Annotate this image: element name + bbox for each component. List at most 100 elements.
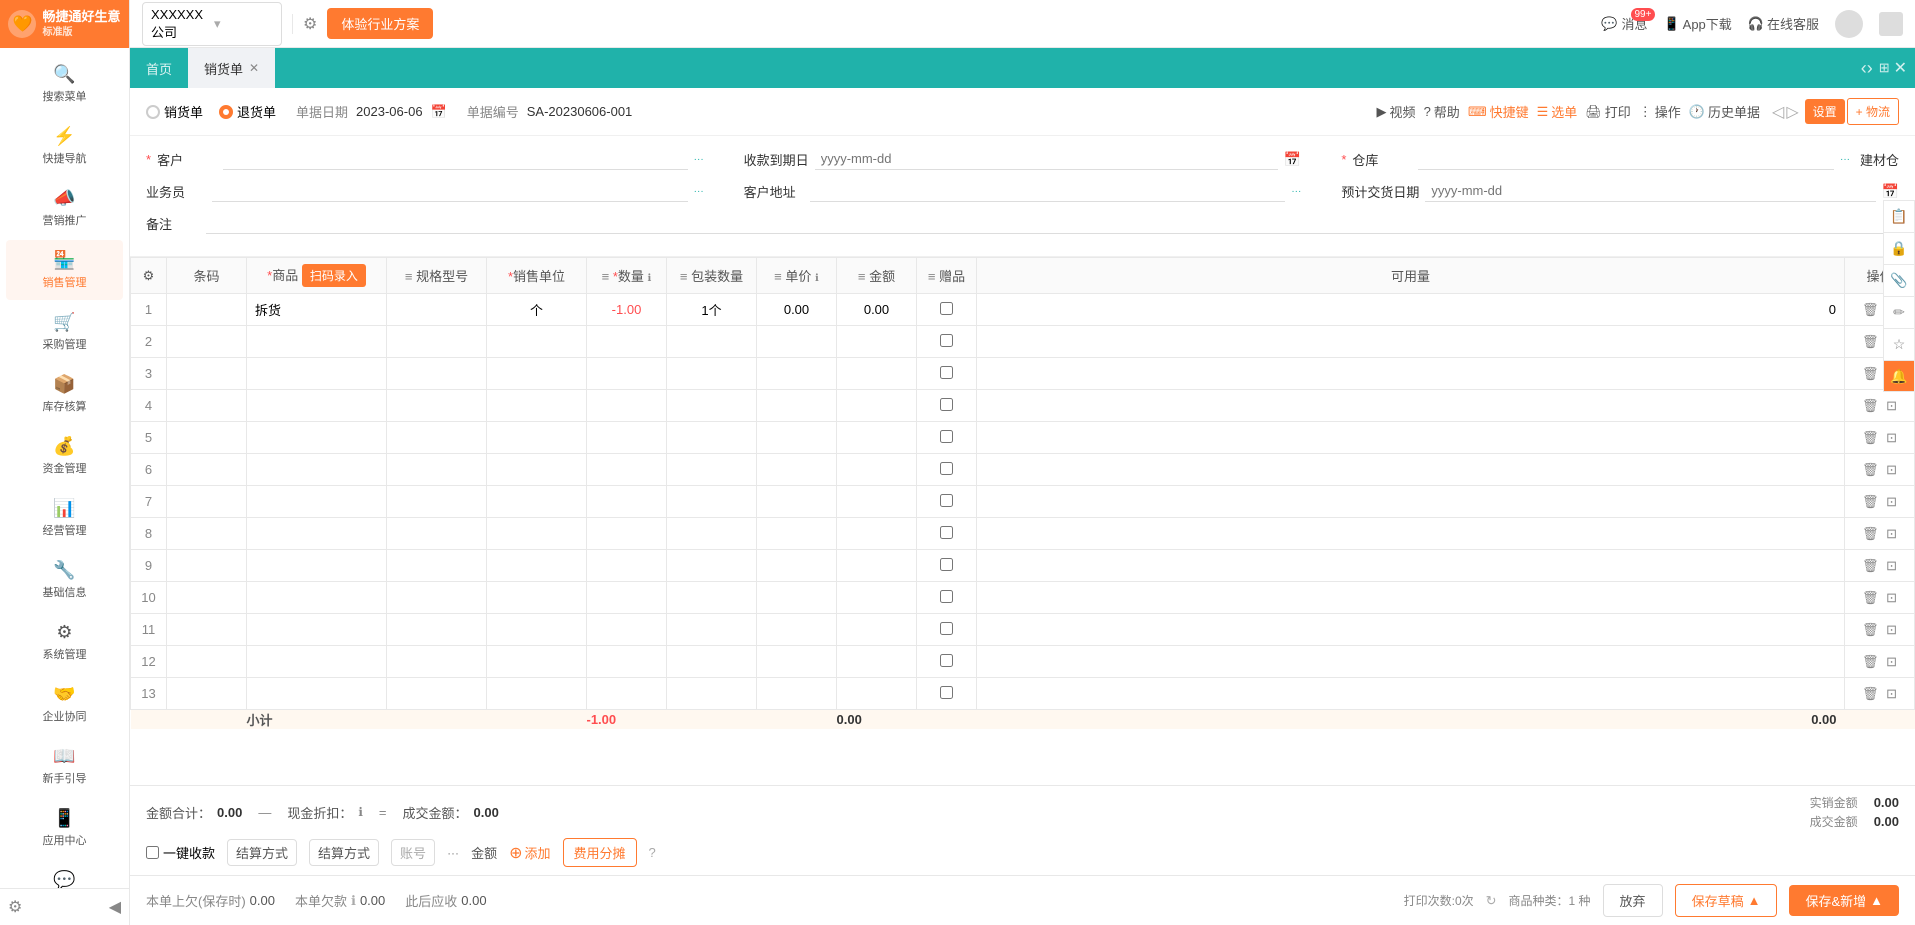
user-avatar[interactable]	[1835, 10, 1863, 38]
cell-spec[interactable]	[387, 582, 487, 614]
sidebar-item-基础信息[interactable]: 🔧基础信息	[6, 550, 123, 610]
delete-icon[interactable]: 🗑	[1862, 462, 1879, 477]
due-date-input[interactable]	[815, 148, 1278, 170]
cell-price[interactable]: 0.00	[757, 294, 837, 326]
sidebar-item-采购管理[interactable]: 🛒采购管理	[6, 302, 123, 362]
copy-icon[interactable]: ⊡	[1886, 558, 1897, 573]
cell-unit[interactable]	[487, 582, 587, 614]
sidebar-item-搜索菜单[interactable]: 🔍搜索菜单	[6, 54, 123, 114]
gift-checkbox[interactable]	[940, 622, 953, 635]
copy-icon[interactable]: ⊡	[1886, 430, 1897, 445]
add-pay-button[interactable]: ⊕ 添加	[509, 843, 550, 863]
sidebar-item-经营管理[interactable]: 📊经营管理	[6, 488, 123, 548]
cell-spec[interactable]	[387, 294, 487, 326]
salesperson-input[interactable]	[212, 180, 688, 202]
tab-close-all-icon[interactable]: ✕	[1894, 58, 1907, 78]
cell-pkg-qty[interactable]	[667, 582, 757, 614]
cell-barcode[interactable]	[167, 678, 247, 710]
cell-price[interactable]	[757, 358, 837, 390]
cell-price[interactable]	[757, 518, 837, 550]
pay-method-select[interactable]: 结算方式	[227, 839, 297, 866]
rf-notification[interactable]: 🔔	[1883, 360, 1915, 392]
gift-checkbox[interactable]	[940, 366, 953, 379]
total-owed-info-icon[interactable]: ℹ	[351, 893, 356, 909]
rf-attachment[interactable]: 📎	[1883, 264, 1915, 296]
cell-gift[interactable]	[917, 614, 977, 646]
cell-qty[interactable]	[587, 678, 667, 710]
cell-product[interactable]	[247, 326, 387, 358]
sidebar-item-营销推广[interactable]: 📣营销推广	[6, 178, 123, 238]
gift-checkbox[interactable]	[940, 590, 953, 603]
save-draft-button[interactable]: 保存草稿 ▲	[1675, 884, 1778, 917]
sidebar-item-新手引导[interactable]: 📖新手引导	[6, 736, 123, 796]
cell-price[interactable]	[757, 422, 837, 454]
cell-amount[interactable]	[837, 582, 917, 614]
copy-icon[interactable]: ⊡	[1886, 494, 1897, 509]
sidebar-collapse-icon[interactable]: ◀	[109, 897, 121, 917]
salesperson-more-icon[interactable]: ···	[694, 186, 704, 197]
history-action[interactable]: 🕐 历史单据	[1689, 102, 1760, 121]
cell-pkg-qty[interactable]	[667, 422, 757, 454]
cell-barcode[interactable]	[167, 422, 247, 454]
copy-icon[interactable]: ⊡	[1886, 622, 1897, 637]
cell-barcode[interactable]	[167, 614, 247, 646]
delete-icon[interactable]: 🗑	[1862, 622, 1879, 637]
cell-product[interactable]	[247, 454, 387, 486]
expected-date-calendar-icon[interactable]: 📅	[1882, 183, 1899, 200]
copy-icon[interactable]: ⊡	[1886, 686, 1897, 701]
cell-gift[interactable]	[917, 454, 977, 486]
cell-gift[interactable]	[917, 294, 977, 326]
cell-barcode[interactable]	[167, 294, 247, 326]
cell-amount[interactable]	[837, 454, 917, 486]
cell-qty[interactable]	[587, 390, 667, 422]
cell-barcode[interactable]	[167, 390, 247, 422]
cell-spec[interactable]	[387, 486, 487, 518]
cell-amount[interactable]	[837, 486, 917, 518]
customer-more-icon[interactable]: ···	[694, 154, 704, 165]
delete-icon[interactable]: 🗑	[1862, 334, 1879, 349]
cell-unit[interactable]	[487, 454, 587, 486]
sidebar-item-应用中心[interactable]: 📱应用中心	[6, 798, 123, 858]
radio-sale[interactable]: 销货单	[146, 102, 203, 121]
delete-icon[interactable]: 🗑	[1862, 590, 1879, 605]
cell-pkg-qty[interactable]	[667, 358, 757, 390]
cell-qty[interactable]	[587, 582, 667, 614]
help-action[interactable]: ? 帮助	[1424, 102, 1460, 121]
logistics-button[interactable]: + 物流	[1847, 98, 1899, 125]
expected-date-input[interactable]	[1425, 180, 1875, 202]
cell-price[interactable]	[757, 678, 837, 710]
rf-lock[interactable]: 🔒	[1883, 232, 1915, 264]
cell-pkg-qty[interactable]: 1个	[667, 294, 757, 326]
sidebar-settings-icon[interactable]: ⚙	[8, 897, 22, 917]
cell-price[interactable]	[757, 486, 837, 518]
cell-qty[interactable]: -1.00	[587, 294, 667, 326]
cell-unit[interactable]	[487, 390, 587, 422]
cell-spec[interactable]	[387, 678, 487, 710]
cell-unit[interactable]	[487, 486, 587, 518]
copy-icon[interactable]: ⊡	[1886, 398, 1897, 413]
cell-gift[interactable]	[917, 358, 977, 390]
cell-gift[interactable]	[917, 582, 977, 614]
cell-amount[interactable]	[837, 614, 917, 646]
cell-unit[interactable]	[487, 678, 587, 710]
delete-icon[interactable]: 🗑	[1862, 654, 1879, 669]
cell-gift[interactable]	[917, 646, 977, 678]
cell-pkg-qty[interactable]	[667, 646, 757, 678]
save-new-button[interactable]: 保存&新增 ▲	[1789, 885, 1899, 916]
select-action[interactable]: ☰ 选单	[1537, 102, 1578, 121]
copy-icon[interactable]: ⊡	[1886, 462, 1897, 477]
cell-product[interactable]	[247, 614, 387, 646]
customer-addr-more-icon[interactable]: ···	[1291, 186, 1301, 197]
delete-icon[interactable]: 🗑	[1862, 526, 1879, 541]
cell-spec[interactable]	[387, 454, 487, 486]
cell-product[interactable]	[247, 550, 387, 582]
cell-product[interactable]	[247, 678, 387, 710]
calendar-icon[interactable]: 📅	[431, 104, 447, 120]
cell-pkg-qty[interactable]	[667, 390, 757, 422]
account-input[interactable]: 账号	[391, 839, 435, 866]
pay-account-select[interactable]: 结算方式	[309, 839, 379, 866]
video-action[interactable]: ▶ 视频	[1377, 102, 1416, 121]
tab-close-icon[interactable]: ✕	[249, 61, 259, 75]
scan-button[interactable]: 扫码录入	[302, 264, 366, 287]
shortcut-action[interactable]: ⌨ 快捷键	[1468, 102, 1529, 121]
